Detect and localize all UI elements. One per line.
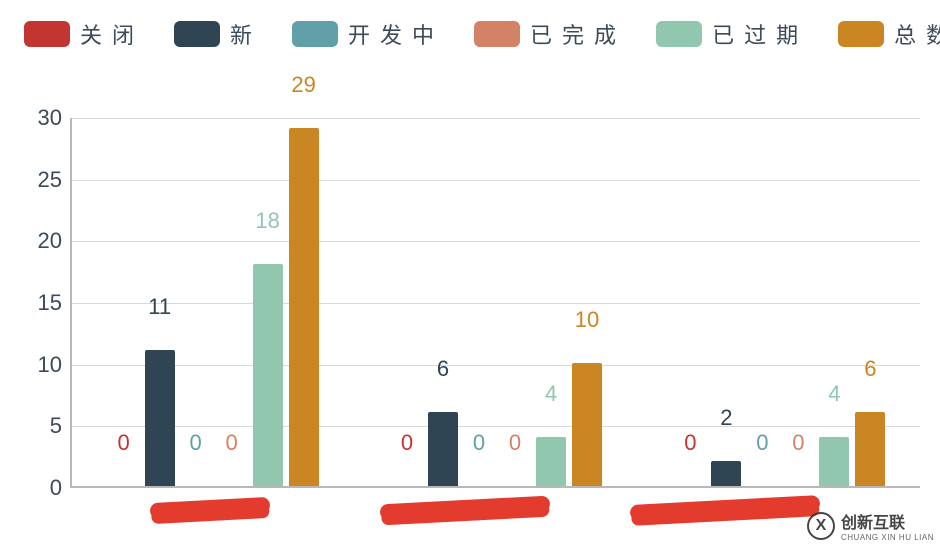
y-tick-label: 10 [22, 352, 62, 378]
watermark-en: CHUANG XIN HU LIAN [841, 533, 934, 542]
bar-value-label: 0 [104, 430, 144, 456]
bar[interactable] [536, 437, 566, 486]
bar-value-label: 10 [567, 307, 607, 333]
bar-value-label: 0 [459, 430, 499, 456]
y-tick-label: 25 [22, 167, 62, 193]
bar-value-label: 0 [778, 430, 818, 456]
bar[interactable] [855, 412, 885, 486]
bar-group: 020046 [639, 118, 922, 486]
bar-value-label: 6 [850, 356, 890, 382]
legend-swatch-icon [24, 21, 70, 47]
bar-value-label: 18 [248, 208, 288, 234]
legend-item[interactable]: 已过期 [656, 18, 808, 50]
legend-swatch-icon [174, 21, 220, 47]
bar-value-label: 0 [495, 430, 535, 456]
bar-value-label: 4 [814, 381, 854, 407]
legend-swatch-icon [292, 21, 338, 47]
watermark: X 创新互联 CHUANG XIN HU LIAN [807, 509, 934, 542]
legend: 关闭 新 开发中 已完成 已过期 总数 [24, 18, 940, 50]
bar-value-label: 11 [140, 294, 180, 320]
bar[interactable] [819, 437, 849, 486]
legend-label: 已完成 [530, 18, 626, 50]
legend-swatch-icon [474, 21, 520, 47]
bar-group: 011001829 [72, 118, 355, 486]
legend-swatch-icon [656, 21, 702, 47]
legend-label: 关闭 [80, 18, 144, 50]
redaction-mark [150, 497, 271, 519]
legend-item[interactable]: 总数 [838, 18, 940, 50]
redaction-mark [630, 495, 821, 521]
bar-value-label: 0 [670, 430, 710, 456]
bar[interactable] [572, 363, 602, 486]
y-tick-label: 5 [22, 413, 62, 439]
bar-group: 0600410 [355, 118, 638, 486]
legend-label: 已过期 [712, 18, 808, 50]
legend-item[interactable]: 已完成 [474, 18, 626, 50]
y-tick-label: 20 [22, 228, 62, 254]
y-tick-label: 0 [22, 475, 62, 501]
bar-value-label: 4 [531, 381, 571, 407]
legend-item[interactable]: 关闭 [24, 18, 144, 50]
legend-item[interactable]: 开发中 [292, 18, 444, 50]
bar[interactable] [711, 461, 741, 486]
bar-value-label: 2 [706, 405, 746, 431]
legend-swatch-icon [838, 21, 884, 47]
redaction-mark [380, 496, 551, 521]
watermark-cn: 创新互联 [841, 515, 905, 532]
bar[interactable] [289, 128, 319, 486]
y-tick-label: 15 [22, 290, 62, 316]
bar-value-label: 6 [423, 356, 463, 382]
y-tick-label: 30 [22, 105, 62, 131]
bar[interactable] [428, 412, 458, 486]
legend-label: 开发中 [348, 18, 444, 50]
watermark-logo-icon: X [807, 512, 835, 540]
bar-value-label: 0 [212, 430, 252, 456]
bar-value-label: 29 [284, 72, 324, 98]
legend-item[interactable]: 新 [174, 18, 262, 50]
legend-label: 总数 [894, 18, 940, 50]
bar[interactable] [253, 264, 283, 486]
bar-value-label: 0 [176, 430, 216, 456]
legend-label: 新 [230, 18, 262, 50]
bar-value-label: 0 [387, 430, 427, 456]
bar[interactable] [145, 350, 175, 486]
bar-value-label: 0 [742, 430, 782, 456]
chart-plot: 0510152025300110018290600410020046 [70, 118, 920, 488]
